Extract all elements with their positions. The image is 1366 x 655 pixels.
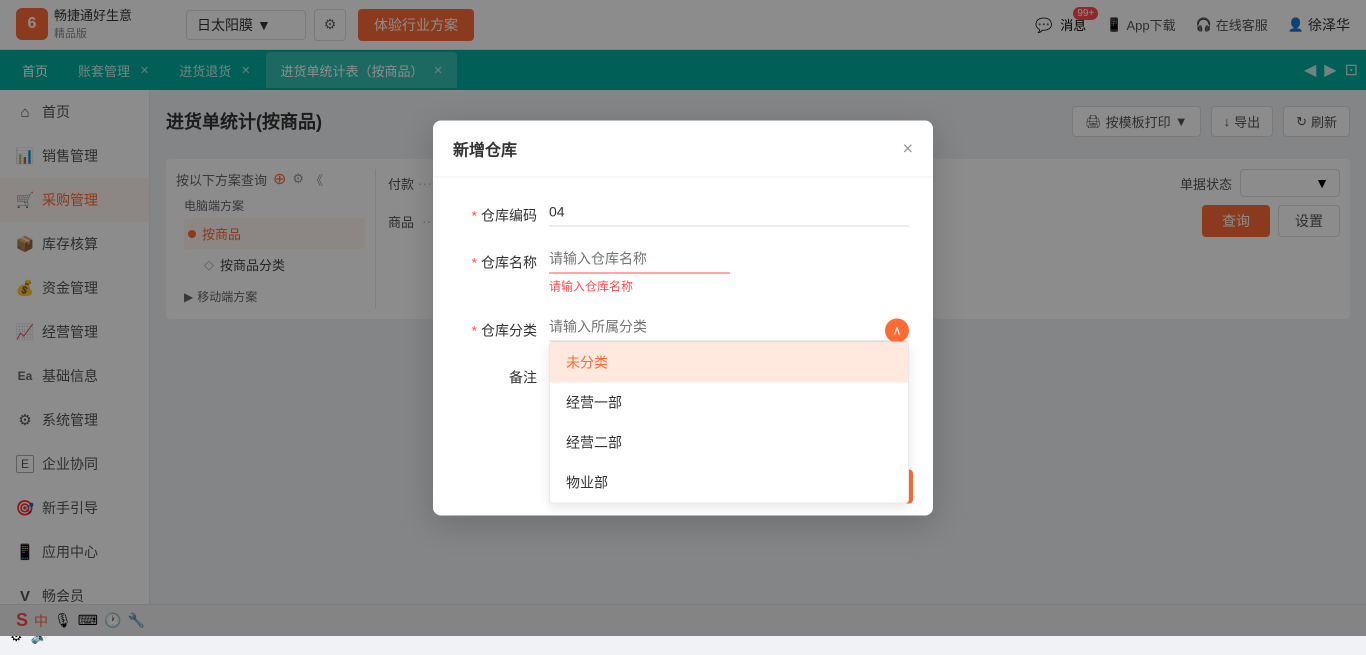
- dropdown-option-dept3[interactable]: 物业部: [550, 463, 908, 503]
- dropdown-option-uncategorized[interactable]: 未分类: [550, 343, 908, 383]
- modal-close-button[interactable]: ×: [902, 138, 913, 159]
- warehouse-category-row: 仓库分类 ∧ 未分类 经营一部 经营二部 物业部: [457, 313, 909, 342]
- warehouse-code-row: 仓库编码: [457, 198, 909, 227]
- category-label: 仓库分类: [457, 313, 537, 341]
- category-input[interactable]: [549, 313, 909, 342]
- note-label: 备注: [457, 360, 537, 388]
- code-label: 仓库编码: [457, 198, 537, 226]
- name-error-msg: 请输入仓库名称: [549, 278, 909, 295]
- name-field: 请输入仓库名称: [549, 245, 909, 295]
- warehouse-name-input[interactable]: [549, 245, 730, 274]
- add-warehouse-modal: 新增仓库 × 仓库编码 仓库名称 请输入仓库名称 仓库分类 ∧ 未分类: [433, 121, 933, 516]
- dropdown-toggle-button[interactable]: ∧: [885, 319, 909, 343]
- category-dropdown: ∧ 未分类 经营一部 经营二部 物业部: [549, 313, 909, 342]
- dropdown-option-dept2[interactable]: 经营二部: [550, 423, 908, 463]
- modal-body: 仓库编码 仓库名称 请输入仓库名称 仓库分类 ∧ 未分类 经营一部 经营二部: [433, 178, 933, 458]
- warehouse-name-row: 仓库名称 请输入仓库名称: [457, 245, 909, 295]
- name-label: 仓库名称: [457, 245, 537, 273]
- category-dropdown-list: 未分类 经营一部 经营二部 物业部: [549, 342, 909, 504]
- modal-header: 新增仓库 ×: [433, 121, 933, 178]
- modal-title: 新增仓库: [453, 137, 517, 161]
- dropdown-option-dept1[interactable]: 经营一部: [550, 383, 908, 423]
- warehouse-code-input[interactable]: [549, 198, 909, 227]
